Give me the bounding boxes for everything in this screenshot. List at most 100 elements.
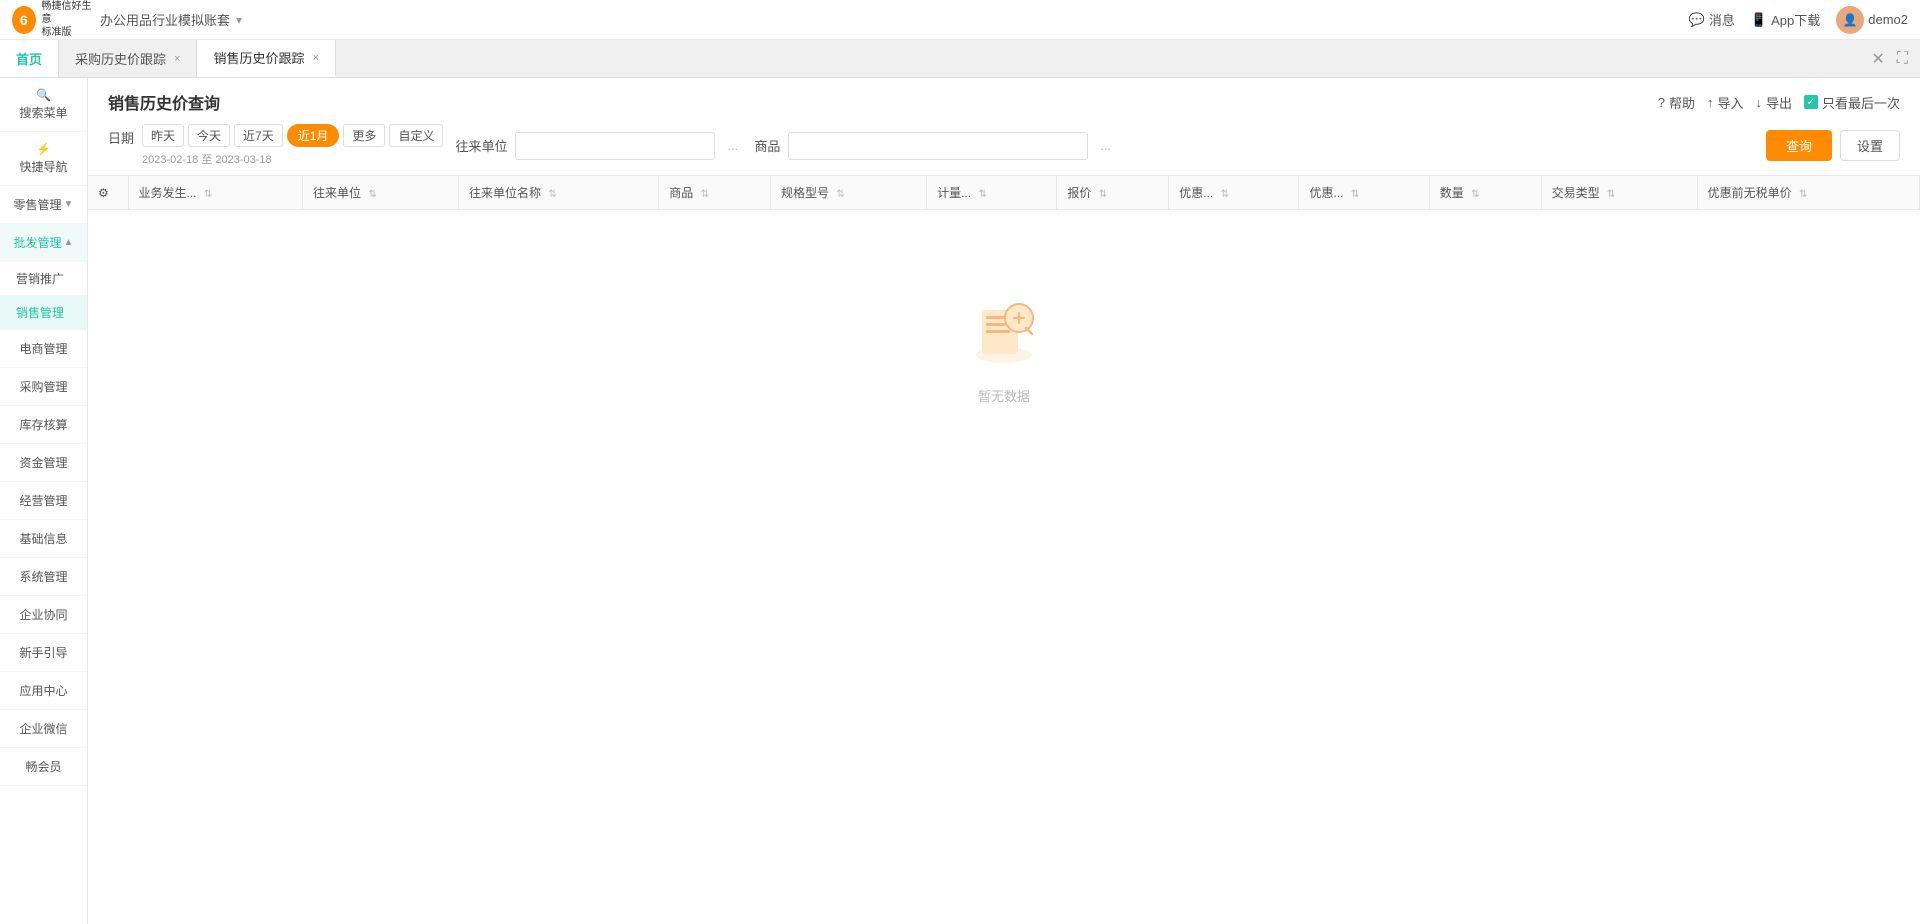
sort-icon-spec: ⇅ [836, 189, 844, 200]
settings-button[interactable]: 设置 [1840, 130, 1900, 161]
chevron-down-icon: ▼ [64, 199, 74, 210]
sort-icon-counterpart-name: ⇅ [548, 189, 556, 200]
col-trade-type[interactable]: 交易类型 ⇅ [1541, 176, 1697, 210]
sort-icon-discount1: ⇅ [1221, 189, 1229, 200]
sidebar-item-member[interactable]: 畅会员 [0, 748, 87, 786]
sidebar-item-apps[interactable]: 应用中心 [0, 672, 87, 710]
col-biz-date[interactable]: 业务发生... ⇅ [128, 176, 302, 210]
empty-state: 暂无数据 [88, 210, 1920, 485]
sidebar-item-marketing[interactable]: 营销推广 [0, 262, 87, 296]
col-gear[interactable]: ⚙ [88, 176, 128, 210]
date-btn-7days[interactable]: 近7天 [234, 124, 283, 147]
data-table: ⚙ 业务发生... ⇅ 往来单位 ⇅ 往来单位名称 ⇅ [88, 176, 1920, 210]
sort-icon-qty: ⇅ [1471, 189, 1479, 200]
sidebar-item-purchase[interactable]: 采购管理 [0, 368, 87, 406]
goods-select-icon[interactable]: ... [1096, 138, 1115, 153]
logo-icon: 6 [12, 6, 36, 34]
table-header: ⚙ 业务发生... ⇅ 往来单位 ⇅ 往来单位名称 ⇅ [88, 176, 1920, 210]
nav-icon: ⚡ [36, 142, 51, 156]
sidebar-item-retail[interactable]: 零售管理 ▼ [0, 186, 87, 224]
top-bar: 6 畅捷信好生意 标准版 办公用品行业模拟账套 ▾ 💬 消息 📱 App下载 👤… [0, 0, 1920, 40]
col-discount2[interactable]: 优惠... ⇅ [1299, 176, 1429, 210]
tab-close-sales[interactable]: × [312, 52, 318, 64]
page-title: 销售历史价查询 [108, 90, 220, 114]
top-bar-actions: 💬 消息 📱 App下载 👤 demo2 [1689, 6, 1908, 34]
sort-icon-pre-tax-price: ⇅ [1799, 189, 1807, 200]
avatar-icon: 👤 [1843, 13, 1858, 27]
tab-close-purchase[interactable]: × [174, 53, 180, 65]
date-range-text: 2023-02-18 至 2023-03-18 [142, 151, 443, 167]
sidebar-item-sales-mgmt[interactable]: 销售管理 [0, 296, 87, 330]
query-button[interactable]: 查询 [1766, 130, 1832, 161]
col-quote[interactable]: 报价 ⇅ [1057, 176, 1169, 210]
app-download-action[interactable]: 📱 App下载 [1751, 10, 1820, 29]
col-goods[interactable]: 商品 ⇅ [659, 176, 771, 210]
col-counterpart-code[interactable]: 往来单位 ⇅ [302, 176, 458, 210]
col-counterpart-name[interactable]: 往来单位名称 ⇅ [458, 176, 658, 210]
sort-icon-counterpart-code: ⇅ [368, 189, 376, 200]
message-action[interactable]: 💬 消息 [1689, 10, 1735, 29]
page-actions: ? 帮助 ↑ 导入 ↓ 导出 ✓ 只看最后一次 [1658, 93, 1900, 112]
search-icon: 🔍 [36, 88, 51, 102]
sidebar-item-inventory[interactable]: 库存核算 [0, 406, 87, 444]
date-btn-yesterday[interactable]: 昨天 [142, 124, 184, 147]
logo: 6 畅捷信好生意 标准版 [12, 0, 92, 39]
date-btn-custom[interactable]: 自定义 [389, 124, 443, 147]
sidebar-item-ecommerce[interactable]: 电商管理 [0, 330, 87, 368]
sidebar-item-operations[interactable]: 经营管理 [0, 482, 87, 520]
export-icon: ↓ [1755, 95, 1762, 110]
fullscreen-icon[interactable]: ⛶ [1897, 50, 1908, 68]
sort-icon-goods: ⇅ [701, 189, 709, 200]
sidebar-item-wholesale[interactable]: 批发管理 ▲ [0, 224, 87, 262]
counterpart-select-icon[interactable]: ... [723, 138, 742, 153]
date-filter-group: 日期 昨天 今天 近7天 近1月 更多 自定义 2023-02-18 至 202… [108, 124, 443, 167]
sidebar-item-system[interactable]: 系统管理 [0, 558, 87, 596]
tab-home[interactable]: 首页 [0, 40, 59, 77]
sort-icon-unit: ⇅ [978, 189, 986, 200]
page-header: 销售历史价查询 ? 帮助 ↑ 导入 ↓ 导出 ✓ [88, 78, 1920, 176]
col-unit[interactable]: 计量... ⇅ [927, 176, 1057, 210]
content-area: 销售历史价查询 ? 帮助 ↑ 导入 ↓ 导出 ✓ [88, 78, 1920, 924]
phone-icon: 📱 [1751, 12, 1767, 28]
sidebar-item-wechat[interactable]: 企业微信 [0, 710, 87, 748]
empty-icon [964, 290, 1044, 370]
sidebar-item-search[interactable]: 🔍 搜索菜单 [0, 78, 87, 132]
checkbox-checked-icon: ✓ [1804, 95, 1818, 109]
only-last-checkbox-label[interactable]: ✓ 只看最后一次 [1804, 93, 1900, 112]
col-pre-tax-price[interactable]: 优惠前无税单价 ⇅ [1697, 176, 1919, 210]
close-window-icon[interactable]: ✕ [1871, 49, 1884, 69]
tab-sales-history[interactable]: 销售历史价跟踪 × [197, 40, 335, 77]
sidebar-item-quick-nav[interactable]: ⚡ 快捷导航 [0, 132, 87, 186]
sidebar-item-basic-info[interactable]: 基础信息 [0, 520, 87, 558]
chevron-up-icon: ▲ [64, 237, 74, 248]
counterpart-filter-group: 往来单位 ... [455, 132, 742, 160]
message-icon: 💬 [1689, 12, 1705, 28]
import-icon: ↑ [1707, 95, 1714, 110]
sidebar-item-enterprise[interactable]: 企业协同 [0, 596, 87, 634]
date-btn-today[interactable]: 今天 [188, 124, 230, 147]
col-qty[interactable]: 数量 ⇅ [1429, 176, 1541, 210]
help-icon: ? [1658, 95, 1665, 110]
help-action[interactable]: ? 帮助 [1658, 93, 1695, 112]
import-action[interactable]: ↑ 导入 [1707, 93, 1744, 112]
sort-icon-biz-date: ⇅ [204, 189, 212, 200]
export-action[interactable]: ↓ 导出 [1755, 93, 1792, 112]
sidebar-item-finance[interactable]: 资金管理 [0, 444, 87, 482]
date-btn-more[interactable]: 更多 [343, 124, 385, 147]
tab-purchase-history[interactable]: 采购历史价跟踪 × [59, 40, 197, 77]
col-spec[interactable]: 规格型号 ⇅ [771, 176, 927, 210]
sort-icon-quote: ⇅ [1099, 189, 1107, 200]
tab-bar: 首页 采购历史价跟踪 × 销售历史价跟踪 × ✕ ⛶ [0, 40, 1920, 78]
col-discount1[interactable]: 优惠... ⇅ [1169, 176, 1299, 210]
goods-input[interactable] [788, 132, 1088, 160]
counterpart-input[interactable] [515, 132, 715, 160]
dropdown-arrow-icon[interactable]: ▾ [236, 13, 242, 27]
date-btn-1month[interactable]: 近1月 [287, 124, 340, 147]
sidebar-item-guide[interactable]: 新手引导 [0, 634, 87, 672]
goods-label: 商品 [754, 136, 780, 155]
user-action[interactable]: 👤 demo2 [1836, 6, 1908, 34]
logo-text: 畅捷信好生意 标准版 [42, 0, 92, 39]
sort-icon-discount2: ⇅ [1351, 189, 1359, 200]
date-buttons: 昨天 今天 近7天 近1月 更多 自定义 [142, 124, 443, 147]
sidebar: 🔍 搜索菜单 ⚡ 快捷导航 零售管理 ▼ 批发管理 ▲ 营销推广 销售管理 电商… [0, 78, 88, 924]
